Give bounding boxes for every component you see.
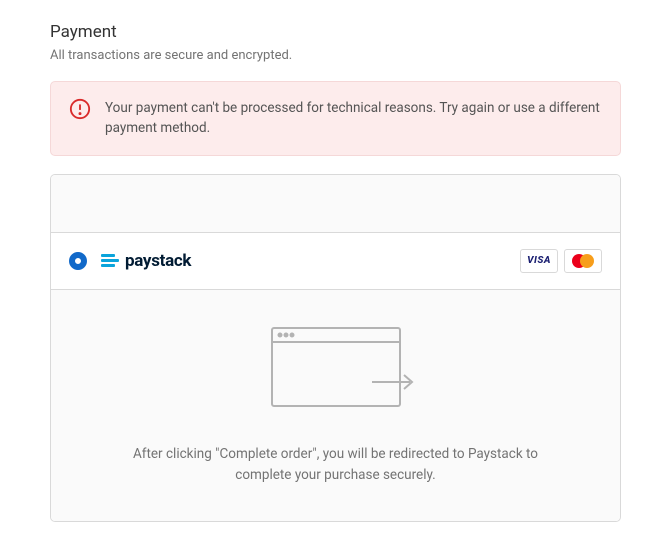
paystack-logo-icon: [101, 254, 119, 267]
error-banner: Your payment can't be processed for tech…: [50, 81, 621, 156]
radio-selected-icon[interactable]: [69, 252, 87, 270]
section-subheading: All transactions are secure and encrypte…: [50, 48, 621, 63]
payment-method-row[interactable]: paystack VISA: [51, 233, 620, 290]
error-message: Your payment can't be processed for tech…: [105, 98, 602, 139]
payment-brand-name: paystack: [125, 251, 191, 271]
section-heading: Payment: [50, 22, 621, 42]
redirect-window-icon: [256, 320, 416, 424]
payment-method-card: paystack VISA After clicking "Complete o…: [50, 174, 621, 522]
error-icon: [69, 98, 91, 120]
redirect-info-panel: After clicking "Complete order", you wil…: [51, 290, 620, 521]
card-top-spacer: [51, 175, 620, 233]
payment-brand: paystack: [101, 251, 520, 271]
visa-icon: VISA: [520, 249, 558, 273]
accepted-cards: VISA: [520, 249, 602, 273]
redirect-description: After clicking "Complete order", you wil…: [116, 444, 556, 487]
mastercard-icon: [564, 249, 602, 273]
